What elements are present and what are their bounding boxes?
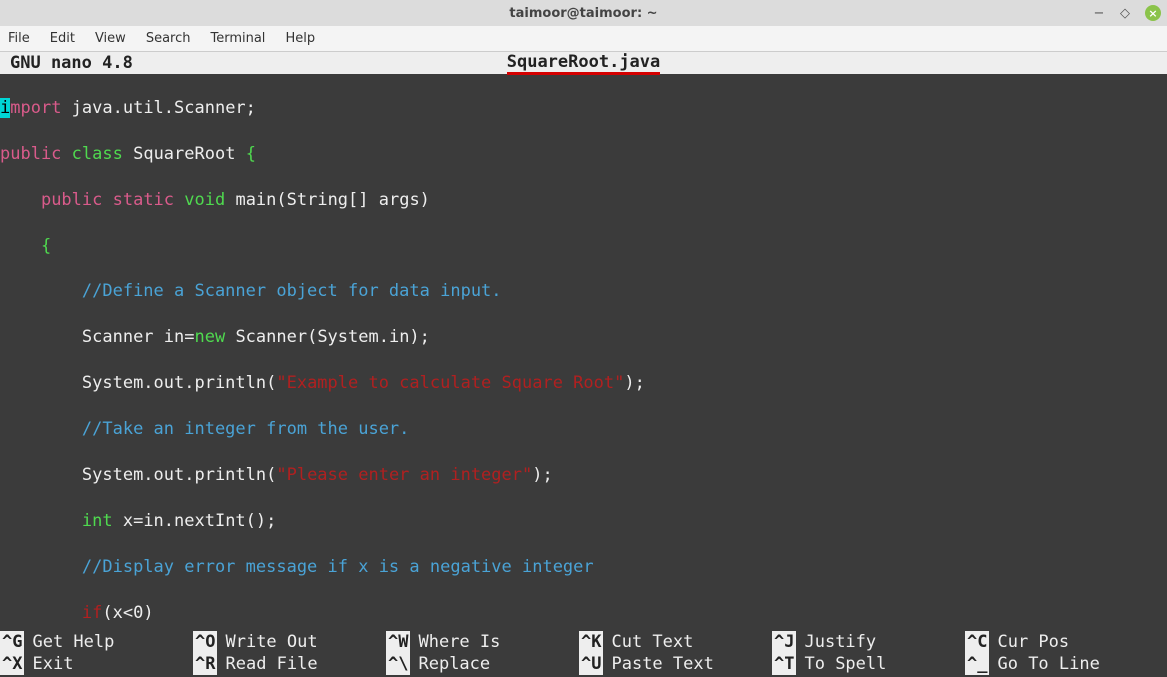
nano-header: GNU nano 4.8 SquareRoot.java: [0, 52, 1167, 74]
shortcut-cur-pos[interactable]: ^CCur Pos: [965, 631, 1145, 653]
code-line: int x=in.nextInt();: [0, 510, 1167, 533]
code-line: if(x<0): [0, 602, 1167, 620]
shortcut-to-spell[interactable]: ^TTo Spell: [772, 653, 965, 675]
code-line: public static void main(String[] args): [0, 189, 1167, 212]
shortcut-replace[interactable]: ^\Replace: [386, 653, 579, 675]
shortcut-write-out[interactable]: ^OWrite Out: [193, 631, 386, 653]
shortcut-get-help[interactable]: ^GGet Help: [0, 631, 193, 653]
shortcut-go-to-line[interactable]: ^_Go To Line: [965, 653, 1145, 675]
cursor: i: [0, 98, 10, 118]
menu-edit[interactable]: Edit: [50, 31, 75, 46]
code-line: //Define a Scanner object for data input…: [0, 280, 1167, 303]
menubar: File Edit View Search Terminal Help: [0, 26, 1167, 52]
shortcut-justify[interactable]: ^JJustify: [772, 631, 965, 653]
code-line: //Take an integer from the user.: [0, 418, 1167, 441]
nano-shortcut-bar: ^GGet Help ^OWrite Out ^WWhere Is ^KCut …: [0, 631, 1167, 677]
code-line: public class SquareRoot {: [0, 143, 1167, 166]
code-line: {: [0, 235, 1167, 258]
shortcut-cut-text[interactable]: ^KCut Text: [579, 631, 772, 653]
shortcut-row: ^XExit ^RRead File ^\Replace ^UPaste Tex…: [0, 653, 1167, 675]
menu-help[interactable]: Help: [285, 31, 315, 46]
code-line: import java.util.Scanner;: [0, 97, 1167, 120]
window-titlebar: taimoor@taimoor: ~ − ◇ ×: [0, 0, 1167, 26]
window-controls: − ◇ ×: [1093, 0, 1161, 26]
minimize-icon[interactable]: −: [1093, 7, 1105, 19]
editor-area[interactable]: import java.util.Scanner; public class S…: [0, 74, 1167, 620]
shortcut-exit[interactable]: ^XExit: [0, 653, 193, 675]
maximize-icon[interactable]: ◇: [1119, 7, 1131, 19]
nano-filename-text: SquareRoot.java: [507, 52, 661, 75]
code-line: System.out.println("Please enter an inte…: [0, 464, 1167, 487]
code-line: System.out.println("Example to calculate…: [0, 372, 1167, 395]
close-icon[interactable]: ×: [1145, 5, 1161, 21]
shortcut-paste-text[interactable]: ^UPaste Text: [579, 653, 772, 675]
code-line: //Display error message if x is a negati…: [0, 556, 1167, 579]
window-title: taimoor@taimoor: ~: [0, 6, 1167, 21]
shortcut-read-file[interactable]: ^RRead File: [193, 653, 386, 675]
shortcut-where-is[interactable]: ^WWhere Is: [386, 631, 579, 653]
menu-file[interactable]: File: [8, 31, 30, 46]
shortcut-row: ^GGet Help ^OWrite Out ^WWhere Is ^KCut …: [0, 631, 1167, 653]
menu-view[interactable]: View: [95, 31, 126, 46]
menu-search[interactable]: Search: [146, 31, 191, 46]
menu-terminal[interactable]: Terminal: [210, 31, 265, 46]
nano-filename: SquareRoot.java: [0, 52, 1167, 75]
code-line: Scanner in=new Scanner(System.in);: [0, 326, 1167, 349]
